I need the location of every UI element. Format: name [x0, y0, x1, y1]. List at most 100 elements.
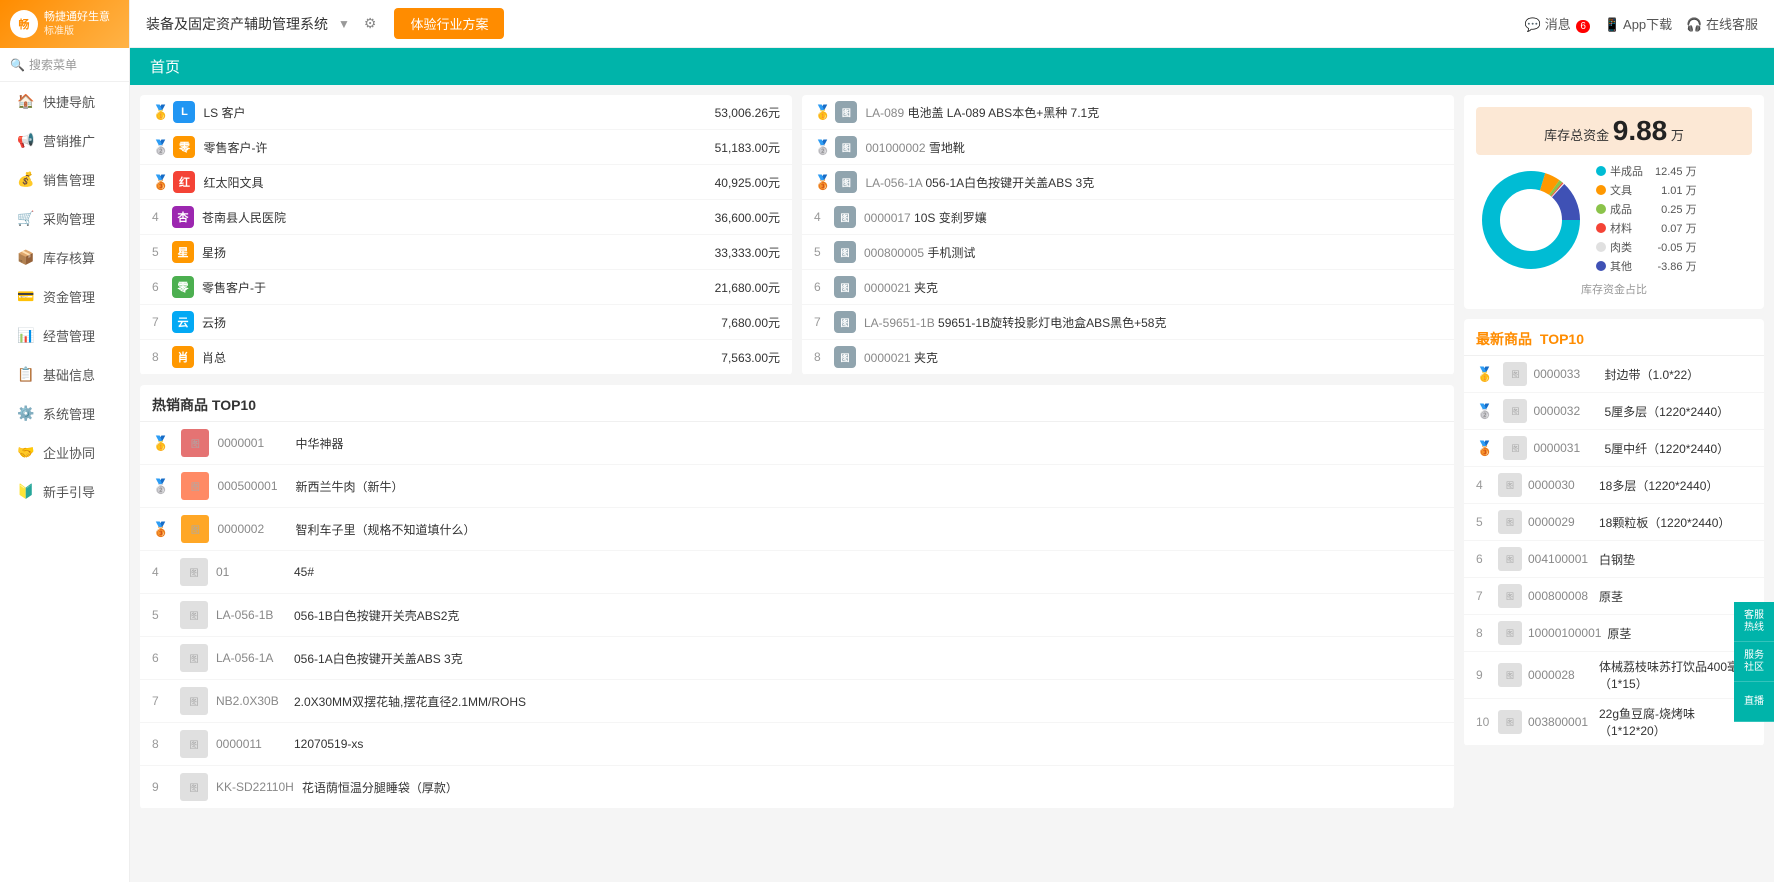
- silver-medal-icon: 🥈: [152, 139, 169, 156]
- hot-products-title: 热销商品 TOP10: [140, 385, 1454, 422]
- inventory-sub-label: 库存资金占比: [1476, 281, 1752, 297]
- customer-ranking-panel: 🥇 L LS 客户 53,006.26元 🥈 零 零售客户-许 51,183.0…: [140, 95, 792, 375]
- sidebar-item-home[interactable]: 🏠 快捷导航: [0, 82, 129, 121]
- legend-dot-3: [1596, 204, 1606, 214]
- message-btn[interactable]: 💬 消息 6: [1525, 14, 1590, 33]
- online-service-btn[interactable]: 🎧 在线客服: [1686, 14, 1758, 33]
- legend-item-6: 其他 -3.86 万: [1596, 258, 1697, 274]
- content-area: 首页 🥇 L LS 客户 53,006.26元: [130, 48, 1774, 882]
- sidebar-item-operations[interactable]: 📊 经营管理: [0, 316, 129, 355]
- legend-item-3: 成品 0.25 万: [1596, 201, 1697, 217]
- newest-row-9: 9 图 0000028 体械荔枝味苏打饮品400毫升（1*15）: [1464, 652, 1764, 699]
- page-header: 首页: [130, 48, 1774, 85]
- newest-row-10: 10 图 003800001 22g鱼豆腐-烧烤味（1*12*20）: [1464, 699, 1764, 746]
- customer-rank-row-5: 5 星 星扬 33,333.00元: [140, 235, 792, 270]
- prod-thumb-6: 图: [834, 276, 856, 298]
- prod-thumb-2: 图: [835, 136, 857, 158]
- newest-thumb-9: 图: [1498, 663, 1522, 687]
- sidebar-item-marketing[interactable]: 📢 营销推广: [0, 121, 129, 160]
- customer-amount-4: 36,600.00元: [715, 209, 780, 226]
- hot-prod-code-9: KK-SD22110H: [216, 780, 294, 794]
- inventory-unit: 万: [1671, 128, 1684, 143]
- newest-name-5: 18颗粒板（1220*2440）: [1599, 514, 1752, 531]
- message-badge: 6: [1576, 20, 1590, 33]
- hot-prod-name-5: 056-1B白色按键开关壳ABS2克: [294, 607, 1442, 624]
- hot-prod-name-8: 12070519-xs: [294, 737, 1442, 751]
- hot-prod-name-2: 新西兰牛肉（新牛）: [295, 478, 1442, 495]
- sidebar-item-system[interactable]: ⚙️ 系统管理: [0, 394, 129, 433]
- sidebar-item-base-info[interactable]: 📋 基础信息: [0, 355, 129, 394]
- prod-name-8: 0000021 夹克: [864, 349, 1442, 366]
- newest-name-4: 18多层（1220*2440）: [1599, 477, 1752, 494]
- hot-product-row-2: 🥈 图 000500001 新西兰牛肉（新牛）: [140, 465, 1454, 508]
- middle-col: 🥇 L LS 客户 53,006.26元 🥈 零 零售客户-许 51,183.0…: [140, 95, 1454, 809]
- rank-num-6: 6: [152, 280, 172, 294]
- gear-icon[interactable]: ⚙: [364, 15, 377, 32]
- prod-name-4: 0000017 10S 变刹罗孃: [864, 209, 1442, 226]
- newest-code-4: 0000030: [1528, 478, 1593, 492]
- prod-name-5: 000800005 手机测试: [864, 244, 1442, 261]
- hot-prod-code-3: 0000002: [217, 522, 287, 536]
- customer-amount-8: 7,563.00元: [721, 349, 780, 366]
- newest-thumb-5: 图: [1498, 510, 1522, 534]
- newest-thumb-8: 图: [1498, 621, 1522, 645]
- newest-bronze-icon: 🥉: [1476, 440, 1493, 457]
- newest-name-10: 22g鱼豆腐-烧烤味（1*12*20）: [1599, 705, 1752, 739]
- newest-name-7: 原茎: [1599, 588, 1752, 605]
- prod-thumb-3: 图: [835, 171, 857, 193]
- sidebar-item-collab[interactable]: 🤝 企业协同: [0, 433, 129, 472]
- gold-medal-icon: 🥇: [152, 104, 169, 121]
- rank-num-4: 4: [152, 210, 172, 224]
- sidebar-item-sales[interactable]: 💰 销售管理: [0, 160, 129, 199]
- hot-product-row-3: 🥉 图 0000002 智利车子里（规格不知道填什么）: [140, 508, 1454, 551]
- sidebar-item-finance[interactable]: 💳 资金管理: [0, 277, 129, 316]
- operations-icon: 📊: [17, 327, 35, 344]
- hot-prod-code-6: LA-056-1A: [216, 651, 286, 665]
- float-btn-hotline[interactable]: 客服热线: [1734, 602, 1774, 642]
- float-btn-community[interactable]: 服务社区: [1734, 642, 1774, 682]
- sidebar-item-inventory[interactable]: 📦 库存核算: [0, 238, 129, 277]
- customer-badge-8: 肖: [172, 346, 194, 368]
- inventory-total-banner: 库存总资金 9.88 万: [1476, 107, 1752, 155]
- marketing-icon: 📢: [17, 132, 35, 149]
- hot-prod-code-4: 01: [216, 565, 286, 579]
- hot-prod-code-1: 0000001: [217, 436, 287, 450]
- hot-prod-code-7: NB2.0X30B: [216, 694, 286, 708]
- prod-name-6: 0000021 夹克: [864, 279, 1442, 296]
- newest-code-6: 004100001: [1528, 552, 1593, 566]
- newest-code-7: 000800008: [1528, 589, 1593, 603]
- float-btn-live[interactable]: 直播: [1734, 682, 1774, 722]
- sidebar-item-guide[interactable]: 🔰 新手引导: [0, 472, 129, 511]
- hot-product-row-5: 5 图 LA-056-1B 056-1B白色按键开关壳ABS2克: [140, 594, 1454, 637]
- inventory-total-label: 库存总资金 9.88 万: [1488, 115, 1740, 147]
- customer-name-7: 云扬: [202, 314, 721, 331]
- newest-products-panel: 最新商品 TOP10 🥇 图 0000033 封边带（1.0*22） 🥈 图 0…: [1464, 319, 1764, 746]
- hot-prod-name-4: 45#: [294, 565, 1442, 579]
- customer-name-8: 肖总: [202, 349, 721, 366]
- newest-code-2: 0000032: [1533, 404, 1598, 418]
- prod-rank-row-2: 🥈 图 001000002 雪地靴: [802, 130, 1454, 165]
- purchase-icon: 🛒: [17, 210, 35, 227]
- collab-icon: 🤝: [17, 444, 35, 461]
- newest-thumb-2: 图: [1503, 399, 1527, 423]
- hot-products-panel: 热销商品 TOP10 🥇 图 0000001 中华神器 🥈 图 00050000…: [140, 385, 1454, 809]
- customer-name-4: 苍南县人民医院: [202, 209, 715, 226]
- legend-dot-2: [1596, 185, 1606, 195]
- trial-btn[interactable]: 体验行业方案: [394, 8, 504, 39]
- rank-num-5: 5: [152, 245, 172, 259]
- newest-thumb-10: 图: [1498, 710, 1522, 734]
- hot-prod-name-1: 中华神器: [295, 435, 1442, 452]
- prod-thumb-1: 图: [835, 101, 857, 123]
- sidebar-item-purchase[interactable]: 🛒 采购管理: [0, 199, 129, 238]
- app-download-btn[interactable]: 📱 App下载: [1604, 14, 1672, 33]
- dropdown-arrow-icon[interactable]: ▼: [338, 17, 350, 31]
- hot-prod-name-3: 智利车子里（规格不知道填什么）: [295, 521, 1442, 538]
- hot-prod-name-7: 2.0X30MM双摆花轴,摆花直径2.1MM/ROHS: [294, 693, 1442, 710]
- hot-product-row-8: 8 图 0000011 12070519-xs: [140, 723, 1454, 766]
- prod-thumb-5: 图: [834, 241, 856, 263]
- prod-rank-row-3: 🥉 图 LA-056-1A 056-1A白色按键开关盖ABS 3克: [802, 165, 1454, 200]
- logo-text: 畅捷通好生意 标准版: [44, 10, 110, 37]
- sidebar: 畅 畅捷通好生意 标准版 🔍 搜索菜单 🏠 快捷导航 📢 营销推广 💰 销售管理…: [0, 0, 130, 882]
- search-menu[interactable]: 🔍 搜索菜单: [0, 48, 129, 82]
- hot-product-row-6: 6 图 LA-056-1A 056-1A白色按键开关盖ABS 3克: [140, 637, 1454, 680]
